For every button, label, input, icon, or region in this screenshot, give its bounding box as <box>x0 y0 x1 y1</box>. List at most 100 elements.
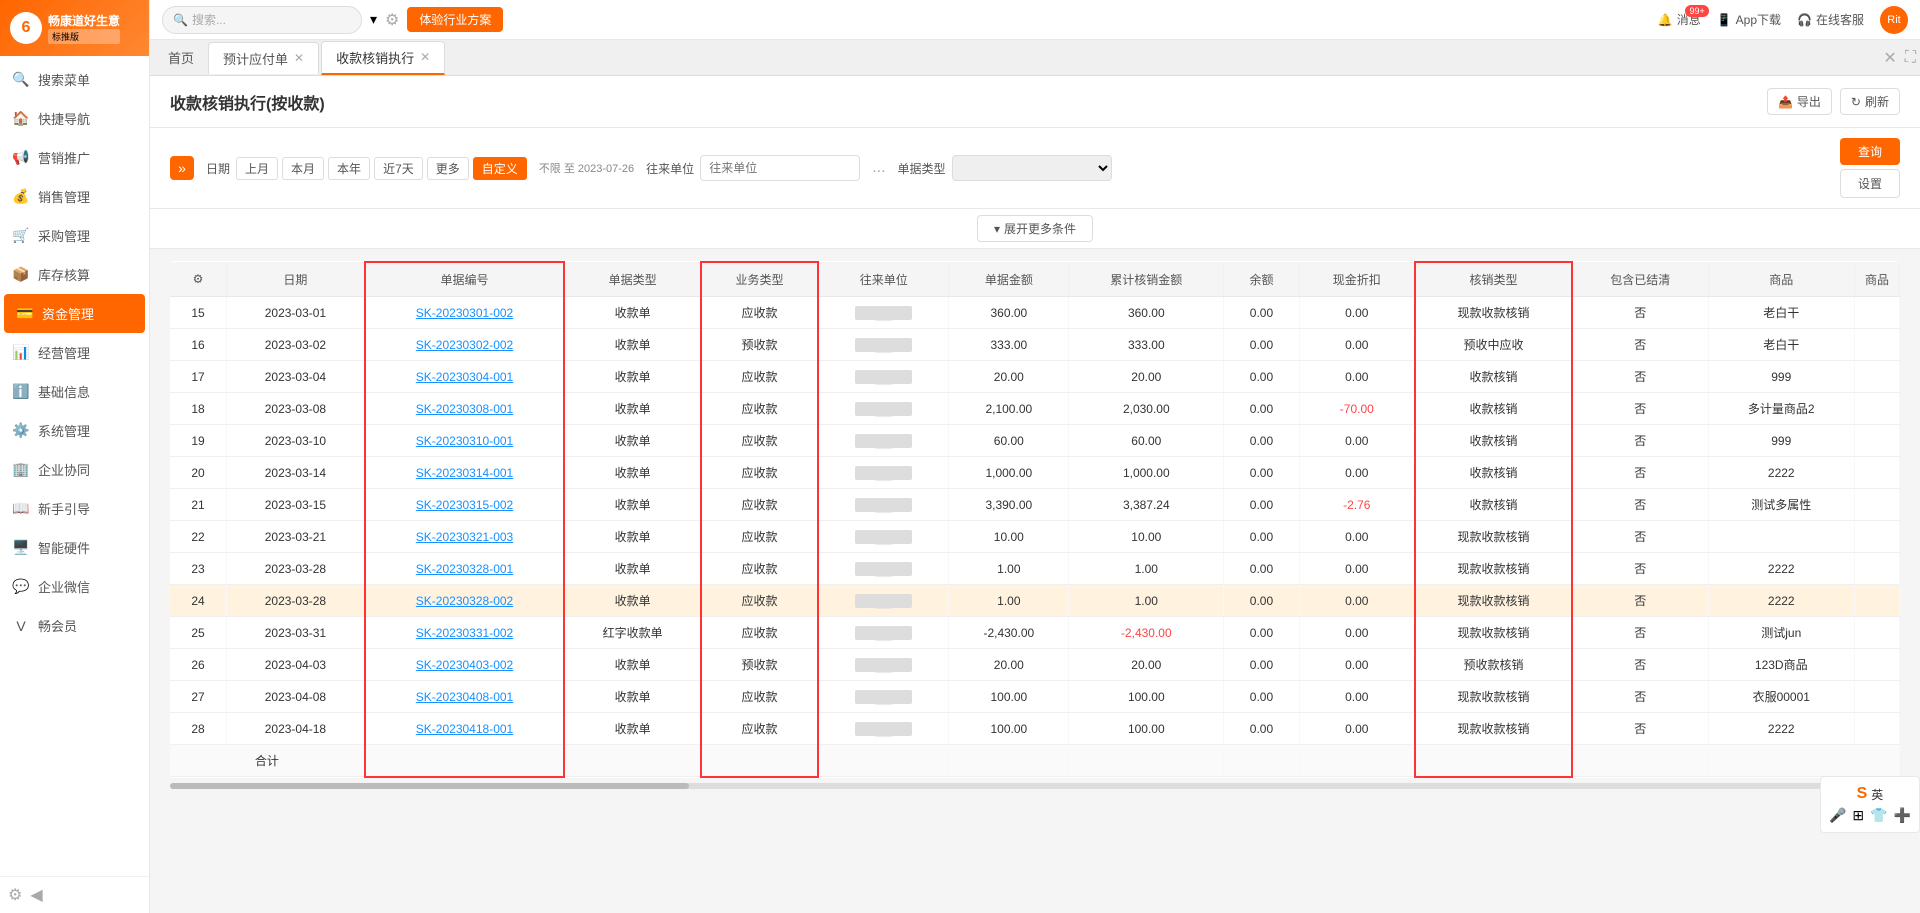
scrollbar-thumb[interactable] <box>170 783 689 789</box>
bill-no-link[interactable]: SK-20230328-001 <box>416 562 513 576</box>
bill-type-select[interactable] <box>952 155 1112 181</box>
refresh-button[interactable]: ↻ 刷新 <box>1840 88 1900 115</box>
table-row: 28 2023-04-18 SK-20230418-001 收款单 应收款 ██… <box>170 713 1900 745</box>
data-table: ⚙ 日期 单据编号 单据类型 业务类型 往来单位 单据金额 累计核销金额 余额 … <box>170 261 1900 778</box>
bill-no-link[interactable]: SK-20230314-001 <box>416 466 513 480</box>
topbar: 🔍 搜索... ▾ ⚙ 体验行业方案 🔔 消息 99+ 📱 App下载 🎧 在线… <box>150 0 1920 40</box>
cell-includesettled: 否 <box>1572 713 1708 745</box>
tab-home[interactable]: 首页 <box>154 42 208 73</box>
collapse-icon[interactable]: ◀ <box>30 885 42 905</box>
sidebar-item-sales[interactable]: 💰 销售管理 <box>0 177 149 216</box>
filter-more-dots[interactable]: ... <box>872 159 885 177</box>
tab-prepay[interactable]: 预计应付单 ✕ <box>208 42 319 74</box>
sidebar-item-member[interactable]: V 畅会员 <box>0 606 149 645</box>
bill-no-link[interactable]: SK-20230331-002 <box>416 626 513 640</box>
cell-verifytype: 现款收款核销 <box>1415 681 1572 713</box>
filter-expand-button[interactable]: » <box>170 156 194 180</box>
maximize-icon[interactable]: ⛶ <box>1905 49 1916 67</box>
cell-billtype: 收款单 <box>564 649 701 681</box>
page-title: 收款核销执行(按收款) <box>170 90 325 114</box>
cell-cashdiscount: 0.00 <box>1299 553 1415 585</box>
tab-close-prepay[interactable]: ✕ <box>294 51 304 65</box>
bill-no-link[interactable]: SK-20230301-002 <box>416 306 513 320</box>
online-service-button[interactable]: 🎧 在线客服 <box>1797 11 1864 28</box>
date-btn-last-month[interactable]: 上月 <box>236 157 278 180</box>
bill-no-link[interactable]: SK-20230403-002 <box>416 658 513 672</box>
cell-date: 2023-03-21 <box>227 521 365 553</box>
sidebar-item-system[interactable]: ⚙️ 系统管理 <box>0 411 149 450</box>
app-download-button[interactable]: 📱 App下载 <box>1717 11 1781 28</box>
sidebar-item-operations[interactable]: 📊 经营管理 <box>0 333 149 372</box>
sidebar-item-wechat[interactable]: 💬 企业微信 <box>0 567 149 606</box>
close-window-icon[interactable]: ✕ <box>1883 48 1896 68</box>
expand-more-button[interactable]: ▾ 展开更多条件 <box>977 215 1093 242</box>
cell-amount: 1,000.00 <box>949 457 1069 489</box>
cell-goods: 999 <box>1708 425 1854 457</box>
sidebar-item-hardware[interactable]: 🖥️ 智能硬件 <box>0 528 149 567</box>
cell-includesettled: 否 <box>1572 521 1708 553</box>
shirt-icon[interactable]: 👕 <box>1870 807 1887 824</box>
bill-no-link[interactable]: SK-20230328-002 <box>416 594 513 608</box>
cell-billno: SK-20230418-001 <box>365 713 564 745</box>
solution-button[interactable]: 体验行业方案 <box>407 7 503 32</box>
cell-balance: 0.00 <box>1224 393 1299 425</box>
avatar[interactable]: Rit <box>1880 6 1908 34</box>
sidebar-item-basic[interactable]: ℹ️ 基础信息 <box>0 372 149 411</box>
footer-label: 合计 <box>170 745 365 777</box>
col-settings-header[interactable]: ⚙ <box>170 262 227 297</box>
sidebar-item-enterprise[interactable]: 🏢 企业协同 <box>0 450 149 489</box>
date-btn-7days[interactable]: 近7天 <box>374 157 423 180</box>
sidebar-item-finance[interactable]: 💳 资金管理 <box>4 294 145 333</box>
filter-settings-button[interactable]: 设置 <box>1840 169 1900 198</box>
gear-icon: ⚙️ <box>12 422 30 439</box>
bill-no-link[interactable]: SK-20230315-002 <box>416 498 513 512</box>
query-button[interactable]: 查询 <box>1840 138 1900 165</box>
chart-icon: 📊 <box>12 344 30 361</box>
tab-close-collection[interactable]: ✕ <box>420 50 430 64</box>
date-btn-more[interactable]: 更多 <box>427 157 469 180</box>
export-button[interactable]: 📤 导出 <box>1767 88 1832 115</box>
cell-amount: 1.00 <box>949 553 1069 585</box>
footer-settled <box>1572 745 1708 777</box>
counterparty-input[interactable] <box>700 155 860 181</box>
cell-billtype: 收款单 <box>564 585 701 617</box>
message-button[interactable]: 🔔 消息 99+ <box>1658 11 1701 28</box>
horizontal-scrollbar[interactable] <box>170 778 1900 794</box>
cell-billtype: 红字收款单 <box>564 617 701 649</box>
cell-billno: SK-20230331-002 <box>365 617 564 649</box>
sidebar-item-search[interactable]: 🔍 搜索菜单 <box>0 60 149 99</box>
sidebar-item-inventory[interactable]: 📦 库存核算 <box>0 255 149 294</box>
cell-no: 20 <box>170 457 227 489</box>
sidebar-item-nav[interactable]: 🏠 快捷导航 <box>0 99 149 138</box>
sidebar-item-purchase[interactable]: 🛒 采购管理 <box>0 216 149 255</box>
bill-no-link[interactable]: SK-20230418-001 <box>416 722 513 736</box>
bill-no-link[interactable]: SK-20230408-001 <box>416 690 513 704</box>
cell-cumulative: 2,030.00 <box>1069 393 1224 425</box>
gear-topbar-icon[interactable]: ⚙ <box>385 10 399 30</box>
tab-collection[interactable]: 收款核销执行 ✕ <box>321 41 445 75</box>
cell-amount: 100.00 <box>949 713 1069 745</box>
cell-biztype: 预收款 <box>701 649 818 681</box>
bill-no-link[interactable]: SK-20230304-001 <box>416 370 513 384</box>
cell-balance: 0.00 <box>1224 585 1299 617</box>
plus-icon[interactable]: ➕ <box>1894 807 1911 824</box>
sidebar: 6 畅康道好生意 标推版 🔍 搜索菜单 🏠 快捷导航 📢 营销推广 💰 销售管理… <box>0 0 150 913</box>
bill-no-link[interactable]: SK-20230308-001 <box>416 402 513 416</box>
cell-verifytype: 现款收款核销 <box>1415 585 1572 617</box>
date-btn-custom[interactable]: 自定义 <box>473 157 527 180</box>
sidebar-item-guide[interactable]: 📖 新手引导 <box>0 489 149 528</box>
settings-bottom-icon[interactable]: ⚙ <box>8 885 22 905</box>
bill-no-link[interactable]: SK-20230310-001 <box>416 434 513 448</box>
topbar-search-box[interactable]: 🔍 搜索... <box>162 6 362 34</box>
date-btn-this-year[interactable]: 本年 <box>328 157 370 180</box>
cell-no: 22 <box>170 521 227 553</box>
grid-icon[interactable]: ⊞ <box>1852 807 1864 824</box>
cell-cumulative: 100.00 <box>1069 713 1224 745</box>
date-btn-this-month[interactable]: 本月 <box>282 157 324 180</box>
cell-verifytype: 现款收款核销 <box>1415 297 1572 329</box>
bill-no-link[interactable]: SK-20230302-002 <box>416 338 513 352</box>
bill-no-link[interactable]: SK-20230321-003 <box>416 530 513 544</box>
building-icon: 🏢 <box>12 461 30 478</box>
sidebar-item-marketing[interactable]: 📢 营销推广 <box>0 138 149 177</box>
mic-icon[interactable]: 🎤 <box>1829 807 1846 824</box>
